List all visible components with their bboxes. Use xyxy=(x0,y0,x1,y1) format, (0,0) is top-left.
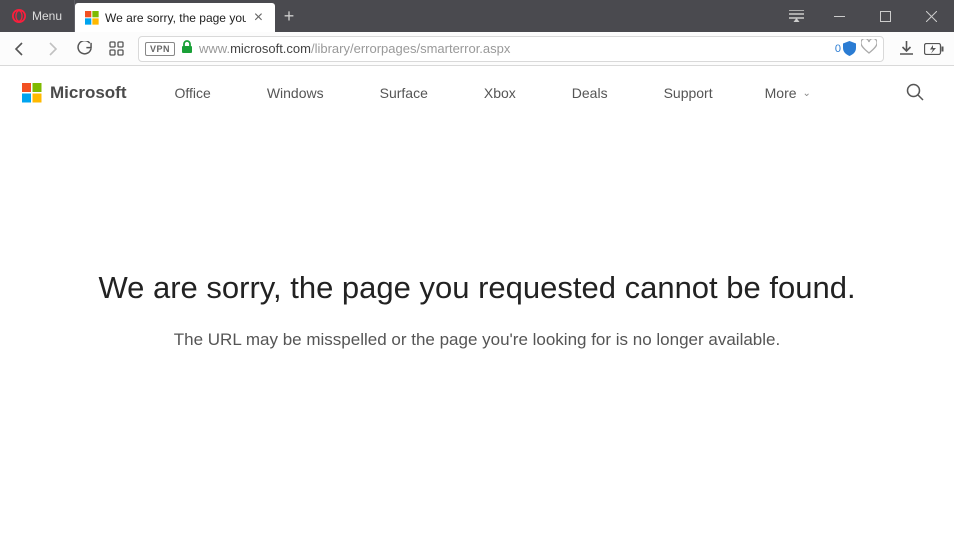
bookmark-heart-icon[interactable] xyxy=(861,39,877,58)
battery-saver-button[interactable] xyxy=(920,36,948,62)
search-icon[interactable] xyxy=(898,83,932,104)
shield-icon xyxy=(843,41,856,56)
nav-windows[interactable]: Windows xyxy=(241,85,350,101)
back-button[interactable] xyxy=(6,36,34,62)
nav-deals[interactable]: Deals xyxy=(546,85,634,101)
site-header: Microsoft Office Windows Surface Xbox De… xyxy=(0,66,954,120)
page-viewport[interactable]: Microsoft Office Windows Surface Xbox De… xyxy=(0,66,954,538)
browser-tab[interactable]: We are sorry, the page you × xyxy=(75,3,275,32)
nav-more[interactable]: More ⌄ xyxy=(743,85,833,101)
new-tab-button[interactable]: + xyxy=(275,0,303,32)
error-heading: We are sorry, the page you requested can… xyxy=(40,270,914,306)
tab-close-icon[interactable]: × xyxy=(252,9,265,27)
chevron-down-icon: ⌄ xyxy=(803,88,811,99)
nav-surface[interactable]: Surface xyxy=(354,85,454,101)
error-subtext: The URL may be misspelled or the page yo… xyxy=(40,330,914,350)
opera-menu-label: Menu xyxy=(32,9,62,23)
opera-menu-button[interactable]: Menu xyxy=(0,0,75,32)
address-bar[interactable]: VPN www.microsoft.com/library/errorpages… xyxy=(138,36,884,62)
nav-support[interactable]: Support xyxy=(638,85,739,101)
microsoft-favicon-icon xyxy=(85,11,99,25)
window-close-button[interactable] xyxy=(908,0,954,32)
microsoft-wordmark: Microsoft xyxy=(50,83,127,103)
nav-xbox[interactable]: Xbox xyxy=(458,85,542,101)
browser-toolbar: VPN www.microsoft.com/library/errorpages… xyxy=(0,32,954,66)
ad-block-badge[interactable]: 0 xyxy=(835,41,856,56)
vpn-badge[interactable]: VPN xyxy=(145,42,175,56)
speed-dial-button[interactable] xyxy=(102,36,130,62)
window-maximize-button[interactable] xyxy=(862,0,908,32)
forward-button xyxy=(38,36,66,62)
microsoft-logo[interactable]: Microsoft xyxy=(22,83,127,103)
url-text: www.microsoft.com/library/errorpages/sma… xyxy=(199,41,829,56)
nav-office[interactable]: Office xyxy=(149,85,237,101)
lock-icon[interactable] xyxy=(181,40,193,57)
sidebar-extension-icon[interactable] xyxy=(776,0,816,32)
opera-logo-icon xyxy=(12,9,26,23)
error-panel: We are sorry, the page you requested can… xyxy=(0,120,954,350)
reload-button[interactable] xyxy=(70,36,98,62)
window-minimize-button[interactable] xyxy=(816,0,862,32)
microsoft-flag-icon xyxy=(22,83,42,103)
downloads-button[interactable] xyxy=(892,36,920,62)
tab-title: We are sorry, the page you xyxy=(105,11,246,25)
window-titlebar: Menu We are sorry, the page you × + xyxy=(0,0,954,32)
